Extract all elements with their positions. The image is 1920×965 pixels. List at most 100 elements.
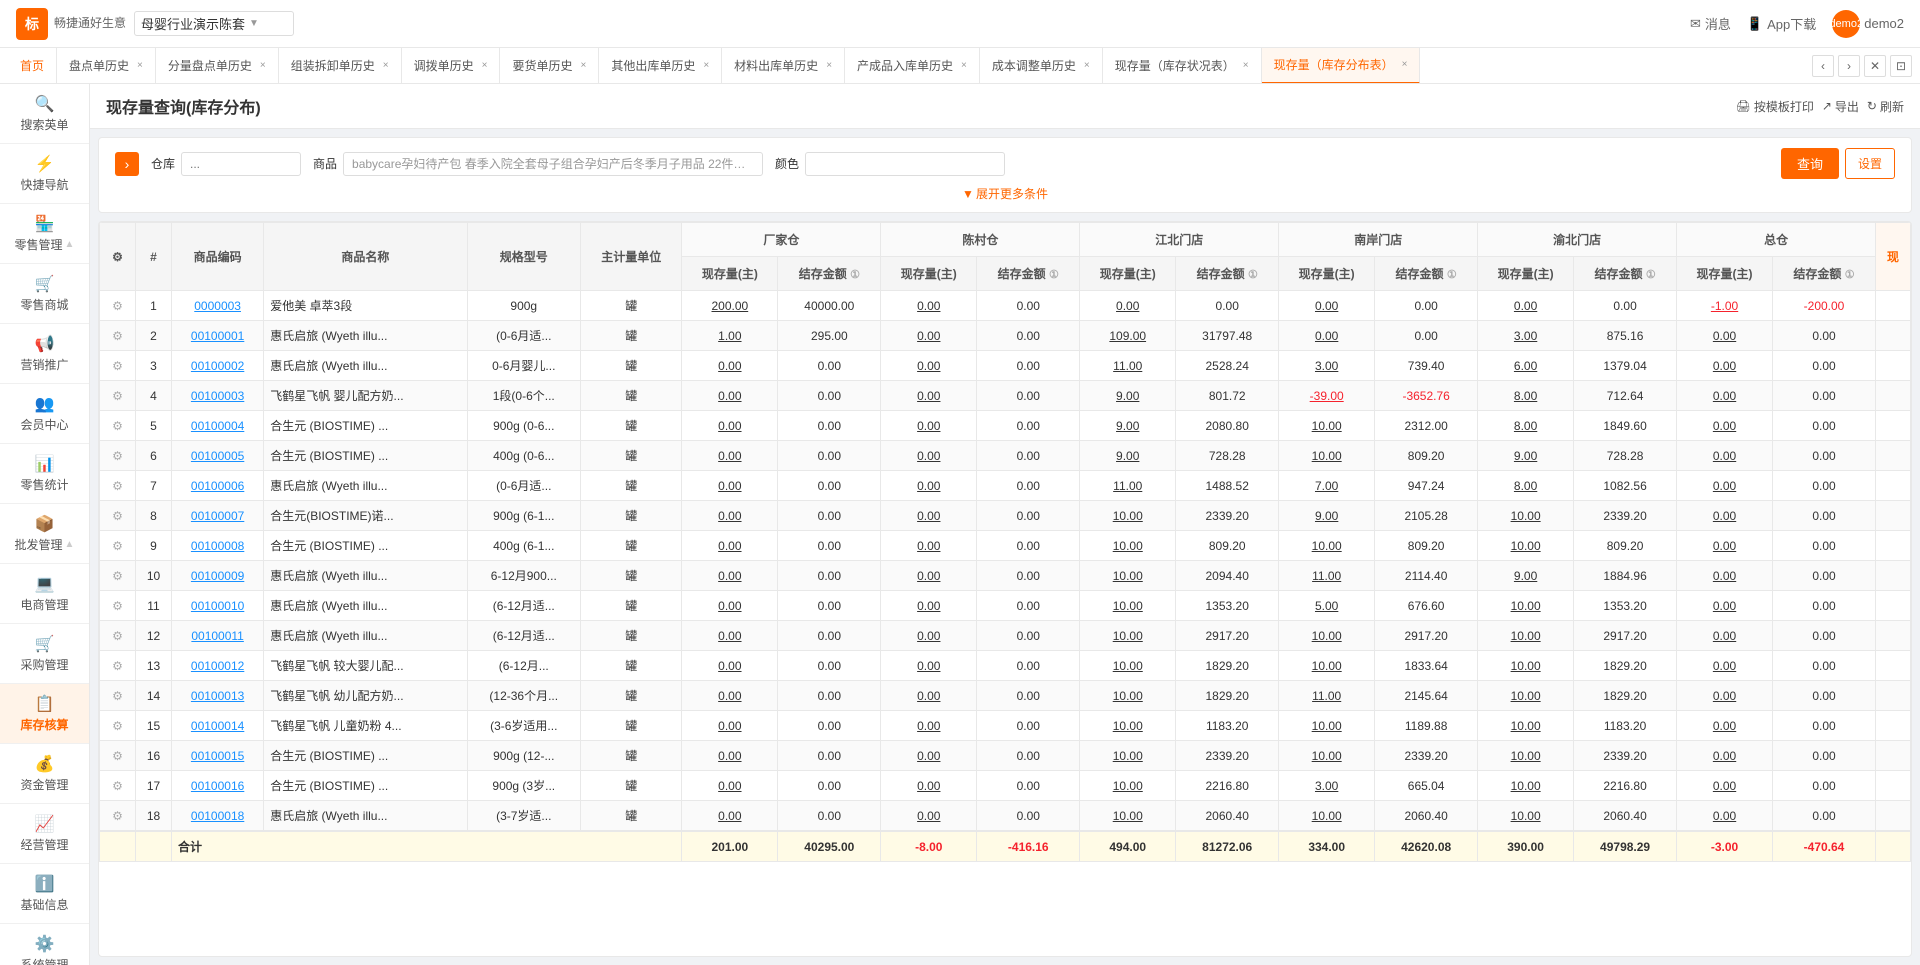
table-row: ⚙ 17 00100016 合生元 (BIOSTIME) ... 900g (3… [100,771,1911,801]
sidebar-item-label: 会员中心 [4,416,85,433]
color-label: 颜色 [775,155,799,172]
cell-total-amt: 0.00 [1772,651,1875,681]
nav-close-btn[interactable]: ✕ [1864,55,1886,77]
search-button[interactable]: 查询 [1781,148,1839,179]
sidebar-item-批发管理[interactable]: 📦批发管理 ▲ [0,504,89,564]
nav-tab[interactable]: 分量盘点单历史× [156,48,279,84]
sidebar-item-快捷导航[interactable]: ⚡快捷导航 [0,144,89,204]
cell-code[interactable]: 00100013 [172,681,264,711]
sidebar-item-零售管理[interactable]: 🏪零售管理 ▲ [0,204,89,264]
sidebar-item-会员中心[interactable]: 👥会员中心 [0,384,89,444]
nav-tab[interactable]: 成本调整单历史× [980,48,1103,84]
cell-nanan-qty: 10.00 [1279,411,1375,441]
export-action[interactable]: ↗ 导出 [1822,98,1859,115]
cell-code[interactable]: 00100015 [172,741,264,771]
app-download-btn[interactable]: 📱 App下载 [1747,14,1816,33]
cell-code[interactable]: 0000003 [172,291,264,321]
cell-chencun-amt: 0.00 [977,591,1080,621]
warehouse-input[interactable] [181,152,301,176]
message-btn[interactable]: ✉ 消息 [1690,14,1731,33]
cell-code[interactable]: 00100012 [172,651,264,681]
cell-factory-qty: 0.00 [682,351,778,381]
print-action[interactable]: 🖨 按模板打印 [1736,98,1814,115]
nav-prev-btn[interactable]: ‹ [1812,55,1834,77]
nav-tab[interactable]: 要货单历史× [500,48,599,84]
nav-tab[interactable]: 调拨单历史× [402,48,501,84]
cell-code[interactable]: 00100007 [172,501,264,531]
th-jiangbei-qty: 现存量(主) [1080,257,1176,291]
product-input[interactable] [343,152,763,176]
sidebar-item-系统管理[interactable]: ⚙️系统管理 [0,924,89,965]
cell-code[interactable]: 00100016 [172,771,264,801]
nav-tab[interactable]: 现存量（库存状况表）× [1103,48,1262,84]
sidebar-item-搜索英单[interactable]: 🔍搜索英单 [0,84,89,144]
th-settings[interactable]: ⚙ [100,223,136,291]
sidebar-item-营销推广[interactable]: 📢营销推广 [0,324,89,384]
cell-code[interactable]: 00100010 [172,591,264,621]
nav-tab[interactable]: 组装拆卸单历史× [279,48,402,84]
setting-button[interactable]: 设置 [1845,148,1895,179]
cell-chencun-qty: 0.00 [881,591,977,621]
refresh-action[interactable]: ↻ 刷新 [1867,98,1904,115]
filter-collapse-btn[interactable]: › [115,152,139,176]
nav-expand-btn[interactable]: ⊡ [1890,55,1912,77]
nav-tab[interactable]: 产成品入库单历史× [845,48,980,84]
sidebar-item-经营管理[interactable]: 📈经营管理 [0,804,89,864]
nav-tab[interactable]: 其他出库单历史× [599,48,722,84]
tab-close-icon[interactable]: × [703,60,709,71]
nav-tab[interactable]: 材料出库单历史× [722,48,845,84]
cell-total-qty: 0.00 [1677,321,1773,351]
cell-factory-amt: 0.00 [778,681,881,711]
nav-tab[interactable]: 首页 [8,48,57,84]
industry-selector[interactable]: 母婴行业演示陈套 ▼ [134,11,294,36]
tab-close-icon[interactable]: × [137,60,143,71]
cell-jiangbei-amt: 1353.20 [1176,591,1279,621]
tab-close-icon[interactable]: × [961,60,967,71]
cell-nanan-amt: 676.60 [1375,591,1478,621]
sidebar-item-采购管理[interactable]: 🛒采购管理 [0,624,89,684]
cell-code[interactable]: 00100001 [172,321,264,351]
cell-total-qty: -1.00 [1677,291,1773,321]
sidebar-item-零售商城[interactable]: 🛒零售商城 [0,264,89,324]
cell-code[interactable]: 00100003 [172,381,264,411]
sidebar-item-资金管理[interactable]: 💰资金管理 [0,744,89,804]
cell-spec: 0-6月婴儿... [467,351,581,381]
tab-close-icon[interactable]: × [1243,60,1249,71]
cell-code[interactable]: 00100018 [172,801,264,832]
cell-total-amt: 0.00 [1772,621,1875,651]
cell-yubei-qty: 9.00 [1478,441,1574,471]
cell-factory-qty: 0.00 [682,681,778,711]
cell-code[interactable]: 00100009 [172,561,264,591]
cell-code[interactable]: 00100008 [172,531,264,561]
cell-code[interactable]: 00100004 [172,411,264,441]
cell-nanan-amt: 0.00 [1375,291,1478,321]
tab-close-icon[interactable]: × [260,60,266,71]
cell-code[interactable]: 00100006 [172,471,264,501]
nav-next-btn[interactable]: › [1838,55,1860,77]
tab-close-icon[interactable]: × [580,60,586,71]
nav-tab[interactable]: 现存量（库存分布表）× [1262,48,1421,84]
sidebar-item-库存核算[interactable]: 📋库存核算 [0,684,89,744]
sidebar-item-基础信息[interactable]: ℹ️基础信息 [0,864,89,924]
tab-close-icon[interactable]: × [482,60,488,71]
cell-code[interactable]: 00100005 [172,441,264,471]
sidebar-item-label: 库存核算 [4,716,85,733]
export-icon: ↗ [1822,99,1832,113]
color-input[interactable] [805,152,1005,176]
tab-close-icon[interactable]: × [1084,60,1090,71]
sidebar-item-零售统计[interactable]: 📊零售统计 [0,444,89,504]
sidebar-item-电商管理[interactable]: 💻电商管理 [0,564,89,624]
nav-tab[interactable]: 盘点单历史× [57,48,156,84]
cell-code[interactable]: 00100011 [172,621,264,651]
cell-code[interactable]: 00100014 [172,711,264,741]
tab-close-icon[interactable]: × [383,60,389,71]
cell-nanan-amt: 1833.64 [1375,651,1478,681]
tab-close-icon[interactable]: × [1402,59,1408,70]
cell-chencun-qty: 0.00 [881,801,977,832]
tab-close-icon[interactable]: × [826,60,832,71]
expand-conditions-btn[interactable]: ▼ 展开更多条件 [962,185,1048,202]
user-area[interactable]: demo2 demo2 [1832,10,1904,38]
main-content: 现存量查询(库存分布) 🖨 按模板打印 ↗ 导出 ↻ 刷新 › [90,84,1920,965]
th-code: 商品编码 [172,223,264,291]
cell-code[interactable]: 00100002 [172,351,264,381]
